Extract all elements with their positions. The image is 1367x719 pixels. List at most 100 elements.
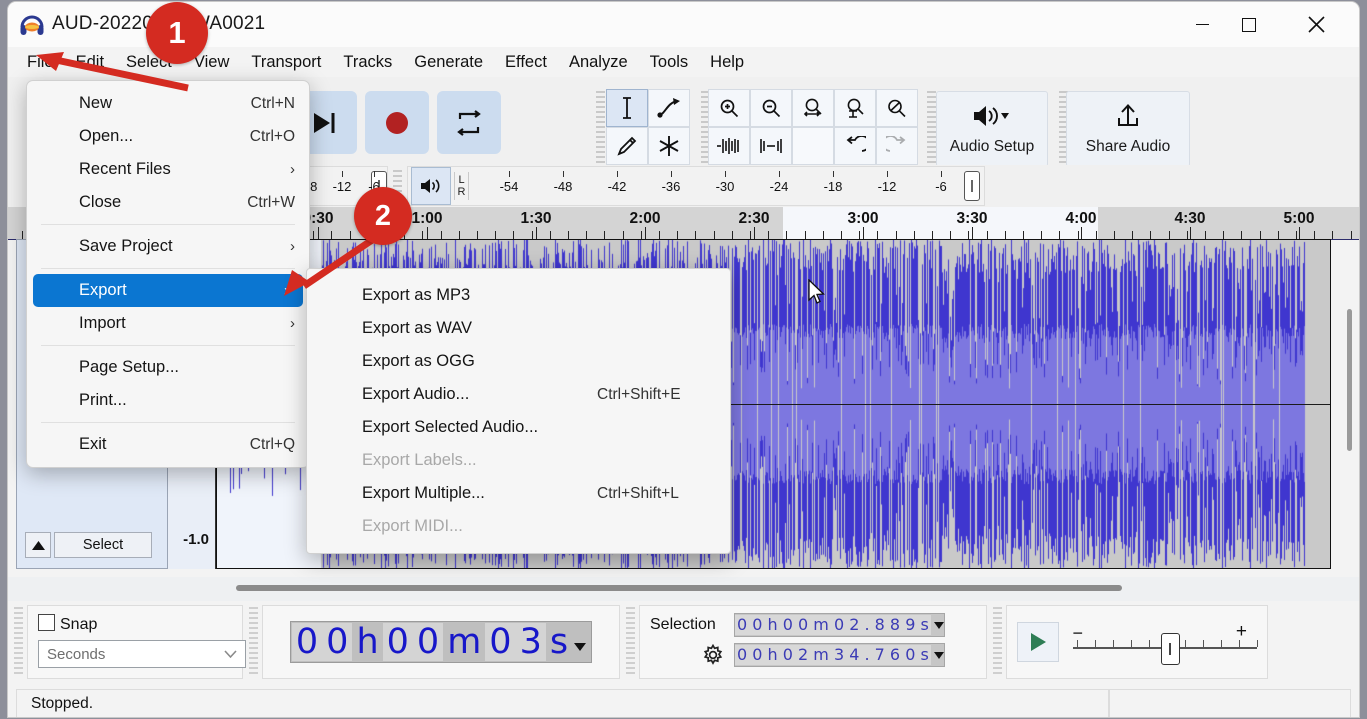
time-digit-5: 3 <box>515 623 546 661</box>
export-submenu[interactable]: Export as MP3 Export as WAV Export as OGG E… <box>306 268 731 554</box>
toolbar-grip[interactable] <box>596 91 605 163</box>
selection-tool[interactable] <box>606 89 648 127</box>
snap-checkbox[interactable] <box>38 614 55 631</box>
export-menu-item-export-selected-audio[interactable]: Export Selected Audio... <box>307 411 730 444</box>
play-speed-thumb[interactable] <box>1160 633 1180 665</box>
minimize-button[interactable] <box>1179 2 1225 47</box>
envelope-tool[interactable] <box>648 89 690 127</box>
timeline-label-1-00: 1:00 <box>411 210 443 227</box>
export-menu-item-export-audio[interactable]: Export Audio... Ctrl+Shift+E <box>307 378 730 411</box>
snap-unit-value: Seconds <box>47 645 106 663</box>
zoom-toggle-button[interactable] <box>876 89 918 127</box>
gear-icon <box>703 644 723 665</box>
menu-item-label: Export as OGG <box>362 352 475 370</box>
play-speed-slider[interactable]: − + <box>1072 621 1258 665</box>
selection-start-readout[interactable]: 0 0 h 0 0 m 0 2 . 8 8 9 s <box>734 613 945 637</box>
audio-position-readout[interactable]: 0 0 h 0 0 m 0 3 s <box>289 621 593 663</box>
snap-toolbar-grip[interactable] <box>14 607 23 677</box>
file-menu-item-close[interactable]: Close Ctrl+W <box>27 186 309 219</box>
menu-item-accelerator: Ctrl+Q <box>249 435 295 453</box>
menu-item-accelerator: Ctrl+Shift+E <box>597 385 681 403</box>
loop-button[interactable] <box>437 91 501 154</box>
playback-tick--54: -54 <box>499 179 519 194</box>
multi-tool[interactable] <box>648 127 690 165</box>
track-collapse-button[interactable] <box>25 532 51 558</box>
play-speed-grip[interactable] <box>993 607 1002 677</box>
menu-separator <box>41 422 295 423</box>
menu-tracks[interactable]: Tracks <box>332 51 403 74</box>
zoom-out-button[interactable] <box>750 89 792 127</box>
horizontal-scrollbar-area <box>8 577 1359 601</box>
fit-project-button[interactable] <box>834 89 876 127</box>
edit-toolbar <box>708 89 918 165</box>
playback-tick--18: -18 <box>823 179 843 194</box>
redo-button[interactable] <box>876 127 918 165</box>
export-menu-item-export-multiple[interactable]: Export Multiple... Ctrl+Shift+L <box>307 477 730 510</box>
menu-analyze[interactable]: Analyze <box>558 51 639 74</box>
menu-help[interactable]: Help <box>699 51 755 74</box>
file-menu-item-recent-files[interactable]: Recent Files › <box>27 153 309 186</box>
share-audio-button[interactable]: Share Audio <box>1066 91 1190 167</box>
timeline-label-2-30: 2:30 <box>738 210 770 227</box>
maximize-button[interactable] <box>1226 2 1272 47</box>
file-menu-item-open[interactable]: Open... Ctrl+O <box>27 120 309 153</box>
menu-effect[interactable]: Effect <box>494 51 558 74</box>
selection-end-readout[interactable]: 0 0 h 0 2 m 3 4 . 7 6 0 s <box>734 643 945 667</box>
track-select-button[interactable]: Select <box>54 532 152 558</box>
silence-audio-button[interactable] <box>750 127 792 165</box>
selection-start-dropdown[interactable] <box>933 621 944 629</box>
file-menu-item-print[interactable]: Print... <box>27 384 309 417</box>
export-menu-item-export-as-wav[interactable]: Export as WAV <box>307 312 730 345</box>
tools-toolbar <box>606 89 690 165</box>
undo-button[interactable] <box>834 127 876 165</box>
play-at-speed-button[interactable] <box>1017 622 1059 662</box>
draw-tool[interactable] <box>606 127 648 165</box>
audio-setup-button[interactable]: Audio Setup <box>936 91 1048 167</box>
menu-tools[interactable]: Tools <box>639 51 700 74</box>
menu-separator <box>41 345 295 346</box>
selection-toolbar-grip[interactable] <box>626 607 635 677</box>
menu-item-label: Export <box>79 281 127 299</box>
zoom-in-button[interactable] <box>708 89 750 127</box>
record-button[interactable] <box>365 91 429 154</box>
callout-2: 2 <box>354 187 412 245</box>
export-menu-item-export-as-ogg[interactable]: Export as OGG <box>307 345 730 378</box>
speed-minus-label: − <box>1072 623 1084 643</box>
playback-clip-indicator <box>964 171 980 201</box>
close-button[interactable] <box>1293 2 1339 47</box>
playback-meter[interactable]: L R -54 -48 -42 -36 -30 -24 -18 -12 -6 <box>407 166 985 206</box>
selection-end-dropdown[interactable] <box>933 651 944 659</box>
trim-audio-button[interactable] <box>708 127 750 165</box>
menu-generate[interactable]: Generate <box>403 51 494 74</box>
export-menu-item-export-midi[interactable]: Export MIDI... <box>307 510 730 543</box>
time-toolbar-grip[interactable] <box>249 607 258 677</box>
upload-icon <box>1113 103 1143 134</box>
snap-checkbox-row[interactable]: Snap <box>38 614 232 634</box>
menu-item-label: Page Setup... <box>79 358 179 376</box>
status-bar: Stopped. <box>8 688 1359 717</box>
horizontal-scrollbar[interactable] <box>236 585 1122 591</box>
menu-item-label: Exit <box>79 435 107 453</box>
export-menu-item-export-labels[interactable]: Export Labels... <box>307 444 730 477</box>
snap-unit-dropdown[interactable]: Seconds <box>38 640 246 668</box>
file-menu-item-import[interactable]: Import › <box>27 307 309 340</box>
selection-label: Selection <box>650 616 716 633</box>
menu-item-label: Export Audio... <box>362 385 470 403</box>
vertical-scrollbar[interactable] <box>1346 247 1353 577</box>
file-menu-item-page-setup[interactable]: Page Setup... <box>27 351 309 384</box>
file-menu-item-exit[interactable]: Exit Ctrl+Q <box>27 428 309 461</box>
time-dropdown-arrow[interactable] <box>574 643 587 651</box>
fit-selection-button[interactable] <box>792 89 834 127</box>
toolbar-grip-3[interactable] <box>927 91 936 163</box>
menu-transport[interactable]: Transport <box>240 51 332 74</box>
share-audio-label: Share Audio <box>1085 137 1171 155</box>
headphones-icon <box>20 14 44 36</box>
audio-setup-label: Audio Setup <box>949 137 1035 155</box>
timeline-label-4-00: 4:00 <box>1065 210 1097 227</box>
playback-tick--30: -30 <box>715 179 735 194</box>
menu-item-accelerator: Ctrl+O <box>249 127 295 145</box>
vruler-label--1.0: -1.0 <box>183 531 209 548</box>
file-menu-item-export[interactable]: Export› <box>33 274 303 307</box>
time-digit-0: 0 <box>291 623 323 661</box>
selection-settings-button[interactable] <box>650 644 734 666</box>
